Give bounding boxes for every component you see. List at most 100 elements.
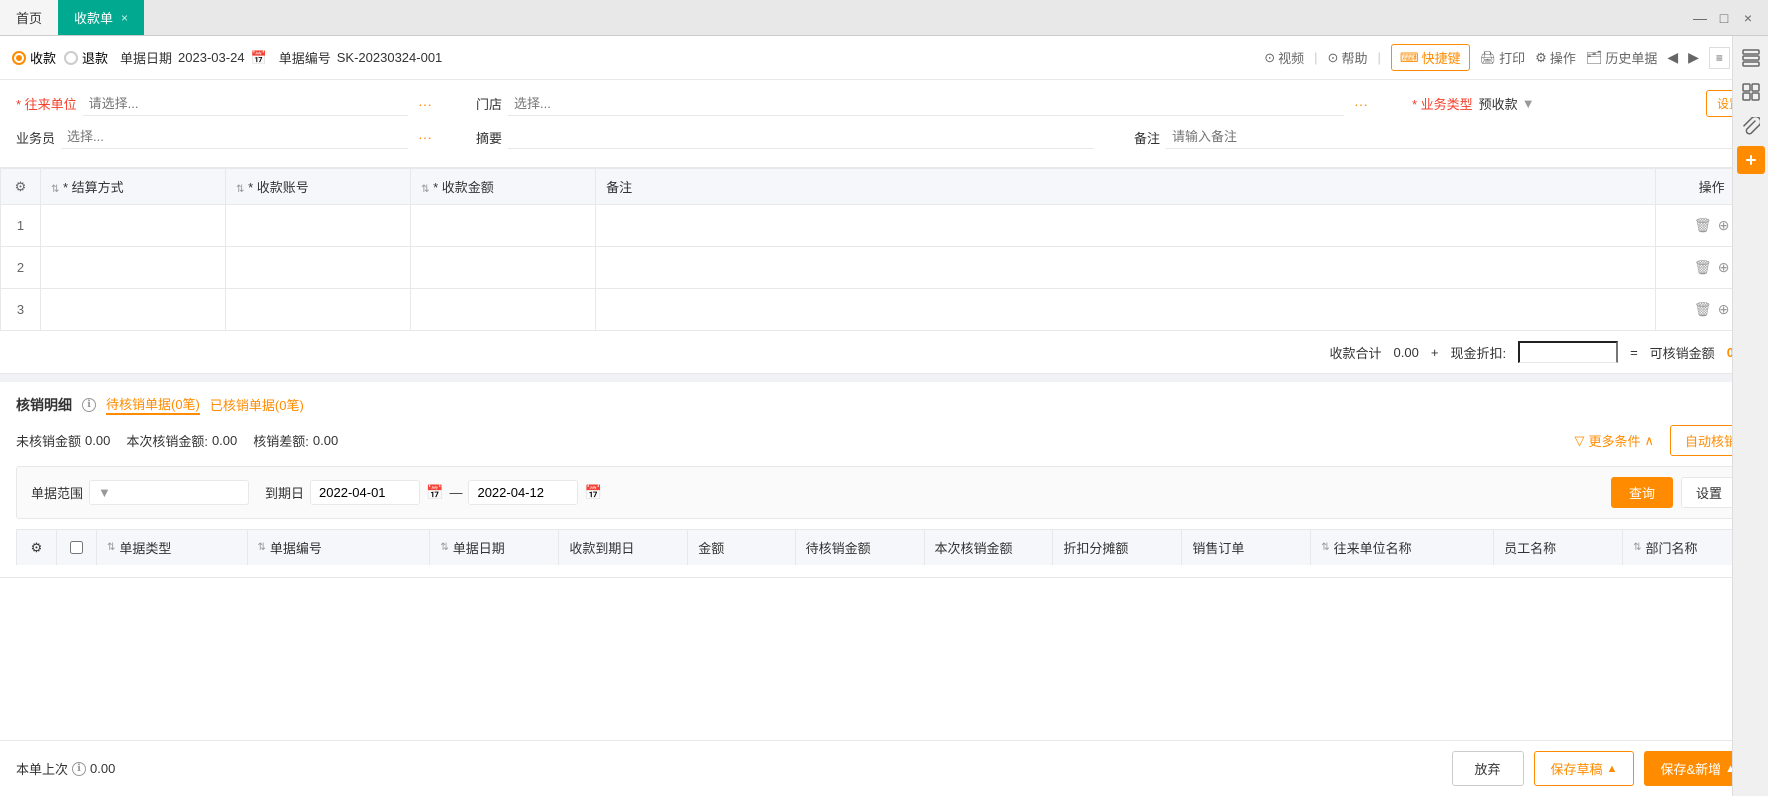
sidebar-icon-grid[interactable] bbox=[1737, 78, 1765, 106]
tab-bar: 首页 收款单 × — □ × bbox=[0, 0, 1768, 36]
current-label: 本次核销金额: bbox=[126, 431, 208, 450]
print-label: 打印 bbox=[1499, 48, 1525, 67]
filter-setting-button[interactable]: 设置 bbox=[1681, 477, 1737, 508]
help-action[interactable]: ⊙ 帮助 bbox=[1328, 48, 1368, 67]
diff-value: 0.00 bbox=[313, 433, 338, 448]
more-conditions[interactable]: ▽ 更多条件 ∧ bbox=[1574, 431, 1654, 450]
row3-delete-icon[interactable]: 🗑 bbox=[1694, 301, 1712, 318]
btcol-number: ⇅ 单据编号 bbox=[248, 530, 431, 565]
sort-bt5: ⇅ bbox=[1633, 542, 1641, 553]
diff-item: 核销差额: 0.00 bbox=[253, 431, 338, 450]
salesman-input[interactable] bbox=[61, 125, 408, 149]
table-settings-header[interactable]: ⚙ bbox=[1, 169, 41, 205]
partner-more-icon[interactable]: ··· bbox=[414, 96, 436, 112]
radio-receive[interactable]: 收款 bbox=[12, 48, 56, 67]
summary-row: 收款合计 0.00 + 现金折扣: = 可核销金额 0.00 bbox=[0, 331, 1768, 374]
save-draft-label: 保存草稿 bbox=[1551, 759, 1603, 778]
history-label: 历史单据 bbox=[1605, 48, 1657, 67]
print-action[interactable]: 🖨 打印 bbox=[1480, 48, 1526, 67]
row3-copy-icon[interactable]: ⊕ bbox=[1718, 301, 1730, 318]
btcol-settings[interactable]: ⚙ bbox=[17, 530, 57, 565]
tab-receipt[interactable]: 收款单 × bbox=[58, 0, 144, 35]
salesman-more-icon[interactable]: ··· bbox=[414, 129, 436, 145]
history-action[interactable]: 🗂 历史单据 bbox=[1586, 48, 1658, 67]
list-view-btn[interactable]: ≡ bbox=[1709, 47, 1730, 69]
radio-refund-circle bbox=[64, 51, 78, 65]
btcol-type: ⇅ 单据类型 bbox=[97, 530, 248, 565]
save-draft-button[interactable]: 保存草稿 ▲ bbox=[1534, 751, 1635, 786]
window-controls: — □ × bbox=[1692, 10, 1768, 26]
close-btn[interactable]: × bbox=[1740, 10, 1756, 26]
verify-info-icon[interactable]: ℹ bbox=[82, 398, 96, 412]
row3-account[interactable] bbox=[226, 289, 411, 331]
equals-sign: = bbox=[1630, 345, 1638, 360]
sidebar-icon-attachment[interactable] bbox=[1737, 112, 1765, 140]
row2-account[interactable] bbox=[226, 247, 411, 289]
row2-amount[interactable] bbox=[411, 247, 596, 289]
row3-amount[interactable] bbox=[411, 289, 596, 331]
row2-remark[interactable] bbox=[596, 247, 1656, 289]
discount-input[interactable] bbox=[1518, 341, 1618, 363]
col-account-label: * 收款账号 bbox=[248, 180, 309, 195]
row3-payment[interactable] bbox=[41, 289, 226, 331]
more-conditions-label: 更多条件 bbox=[1588, 431, 1640, 450]
footer: 本单上次 ℹ 0.00 放弃 保存草稿 ▲ 保存&新增 ▲ bbox=[0, 740, 1768, 796]
total-value: 0.00 bbox=[1394, 345, 1419, 360]
btcol-checkbox[interactable] bbox=[57, 530, 97, 565]
date-from-input[interactable] bbox=[310, 480, 420, 505]
filter-right: 查询 设置 bbox=[1611, 477, 1737, 508]
divider2: | bbox=[1377, 50, 1380, 65]
tab-home[interactable]: 首页 bbox=[0, 0, 58, 35]
radio-receive-circle bbox=[12, 51, 26, 65]
date-to-input[interactable] bbox=[468, 480, 578, 505]
shortcut-action[interactable]: ⌨ 快捷键 bbox=[1391, 44, 1470, 71]
minimize-btn[interactable]: — bbox=[1692, 10, 1708, 26]
summary-input[interactable] bbox=[508, 125, 1094, 149]
store-more-icon[interactable]: ··· bbox=[1350, 96, 1372, 112]
history-icon: 🗂 bbox=[1586, 50, 1603, 66]
select-all-checkbox[interactable] bbox=[70, 541, 83, 554]
per-order-info-icon[interactable]: ℹ bbox=[72, 762, 86, 776]
play-icon: ⊙ bbox=[1264, 50, 1275, 66]
row2-delete-icon[interactable]: 🗑 bbox=[1694, 259, 1712, 276]
operation-action[interactable]: ⚙ 操作 bbox=[1535, 48, 1576, 67]
row1-copy-icon[interactable]: ⊕ bbox=[1718, 217, 1730, 234]
row1-delete-icon[interactable]: 🗑 bbox=[1694, 217, 1712, 234]
query-button[interactable]: 查询 bbox=[1611, 477, 1673, 508]
remark-input[interactable] bbox=[1166, 125, 1752, 149]
calendar-icon[interactable]: 📅 bbox=[251, 50, 267, 66]
row1-amount[interactable] bbox=[411, 205, 596, 247]
done-tab[interactable]: 已核销单据(0笔) bbox=[210, 395, 304, 414]
video-action[interactable]: ⊙ 视频 bbox=[1264, 48, 1304, 67]
total-label: 收款合计 bbox=[1330, 343, 1382, 362]
maximize-btn[interactable]: □ bbox=[1716, 10, 1732, 26]
col-amount-header: ⇅ * 收款金额 bbox=[411, 169, 596, 205]
business-type-select[interactable]: 预收款 ▼ bbox=[1479, 94, 1700, 113]
radio-refund[interactable]: 退款 bbox=[64, 48, 108, 67]
btcol-type-label: 单据类型 bbox=[119, 538, 171, 557]
nav-left-icon[interactable]: ◀ bbox=[1667, 49, 1678, 66]
range-select[interactable]: ▼ bbox=[89, 480, 249, 505]
sidebar-icon-table[interactable] bbox=[1737, 44, 1765, 72]
row2-copy-icon[interactable]: ⊕ bbox=[1718, 259, 1730, 276]
sidebar-icon-active[interactable] bbox=[1737, 146, 1765, 174]
row1-remark[interactable] bbox=[596, 205, 1656, 247]
row3-remark[interactable] bbox=[596, 289, 1656, 331]
row1-payment[interactable] bbox=[41, 205, 226, 247]
sort-icon3: ⇅ bbox=[421, 184, 429, 195]
pending-tab[interactable]: 待核销单据(0笔) bbox=[106, 394, 200, 415]
abandon-button[interactable]: 放弃 bbox=[1452, 751, 1524, 786]
partner-input[interactable] bbox=[83, 92, 408, 116]
table-row: 3 🗑 ⊕ bbox=[1, 289, 1768, 331]
store-input[interactable] bbox=[508, 92, 1344, 116]
nav-right-icon[interactable]: ▶ bbox=[1688, 49, 1699, 66]
btcol-partner: ⇅ 往来单位名称 bbox=[1311, 530, 1494, 565]
unverified-item: 未核销金额 0.00 bbox=[16, 431, 110, 450]
row2-payment[interactable] bbox=[41, 247, 226, 289]
row-num-1: 1 bbox=[1, 205, 41, 247]
date-to-cal-icon[interactable]: 📅 bbox=[584, 484, 601, 501]
tab-close-icon[interactable]: × bbox=[121, 11, 128, 25]
date-from-cal-icon[interactable]: 📅 bbox=[426, 484, 443, 501]
row1-account[interactable] bbox=[226, 205, 411, 247]
col-payment-header: ⇅ * 结算方式 bbox=[41, 169, 226, 205]
